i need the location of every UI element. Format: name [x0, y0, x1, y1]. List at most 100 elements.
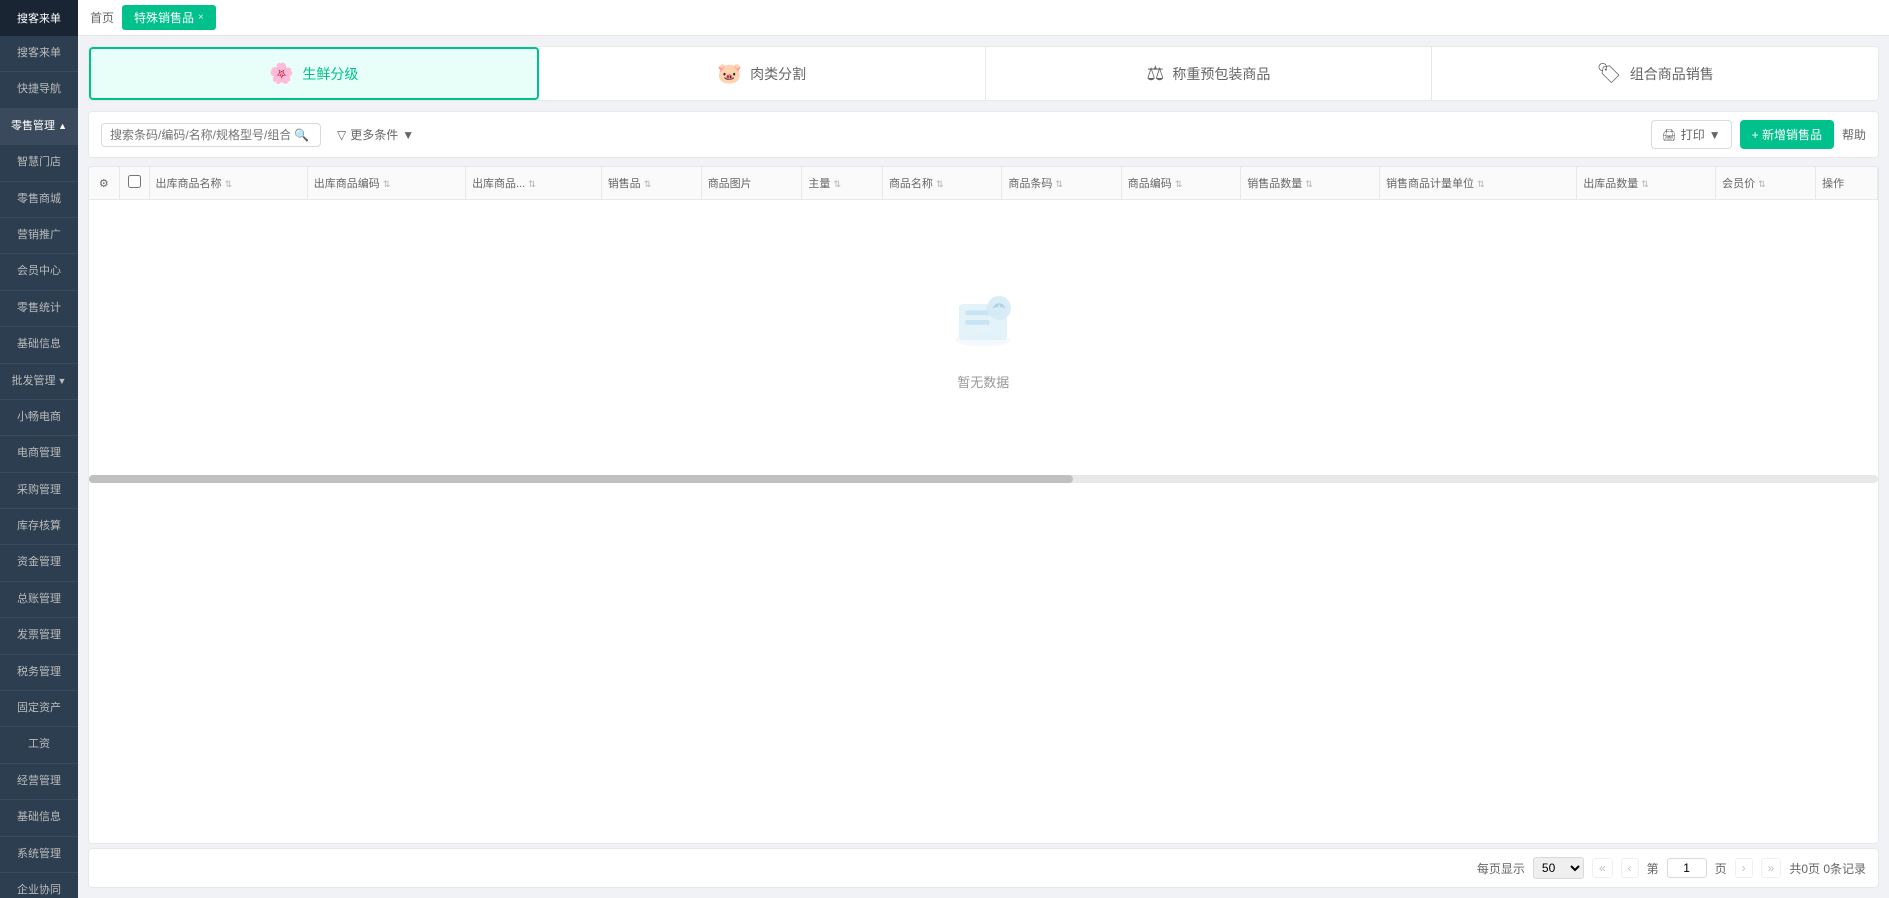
sort-icon: ⇅: [1641, 179, 1649, 189]
sidebar-item-ecomm-mgmt[interactable]: 电商管理: [0, 436, 78, 472]
sidebar-label: 小畅电商: [17, 411, 61, 423]
col-label: 出库品数量: [1583, 178, 1638, 190]
sidebar-item-sales-promo[interactable]: 营销推广: [0, 218, 78, 254]
prev-page-icon: ‹: [1628, 861, 1632, 875]
tab-weigh-pack-label: 称重预包装商品: [1172, 64, 1270, 84]
tab-weigh-pack[interactable]: ⚖ 称重预包装商品: [986, 47, 1433, 100]
sidebar-item-base-info2[interactable]: 基础信息: [0, 800, 78, 836]
sidebar-item-invoice-mgmt[interactable]: 发票管理: [0, 618, 78, 654]
th-product-code[interactable]: 商品编码 ⇅: [1121, 167, 1240, 200]
topbar-tab-label: 特殊销售品: [134, 9, 194, 26]
help-label: 帮助: [1842, 128, 1866, 142]
sidebar-label: 企业协同: [17, 884, 61, 896]
sidebar-label: 搜客来单: [17, 47, 61, 59]
sidebar-item-tax-mgmt[interactable]: 税务管理: [0, 655, 78, 691]
next-page-button[interactable]: ›: [1735, 858, 1753, 878]
print-button[interactable]: 🖨 打印 ▼: [1651, 120, 1732, 149]
logo-text: 搜客来单: [17, 10, 61, 26]
sidebar-item-retail-stats[interactable]: 零售统计: [0, 291, 78, 327]
tab-meat-cut-label: 肉类分割: [750, 64, 806, 84]
th-product-name[interactable]: 商品名称 ⇅: [882, 167, 1001, 200]
fresh-grade-icon: 🌸: [269, 61, 294, 86]
sidebar-label: 采购管理: [17, 484, 61, 496]
sidebar-label: 智慧门店: [17, 156, 61, 168]
topbar-home[interactable]: 首页: [90, 9, 114, 26]
horizontal-scrollbar[interactable]: [89, 475, 1878, 483]
th-product-barcode[interactable]: 商品条码 ⇅: [1002, 167, 1121, 200]
th-member-price[interactable]: 会员价 ⇅: [1716, 167, 1816, 200]
close-icon[interactable]: ×: [198, 12, 204, 23]
prev-page-button[interactable]: ‹: [1621, 858, 1639, 878]
search-box[interactable]: 🔍: [101, 123, 321, 147]
col-label: 商品名称: [889, 178, 933, 190]
first-page-button[interactable]: «: [1592, 858, 1613, 878]
sidebar-label: 零售商城: [17, 193, 61, 205]
sidebar-item-purchase-mgmt[interactable]: 采购管理: [0, 473, 78, 509]
th-sale-product[interactable]: 销售品 ⇅: [601, 167, 701, 200]
th-main-weight[interactable]: 主量 ⇅: [802, 167, 883, 200]
page-input[interactable]: [1667, 858, 1707, 878]
sidebar-label: 税务管理: [17, 666, 61, 678]
tab-meat-cut[interactable]: 🐷 肉类分割: [539, 47, 986, 100]
sidebar-label: 资金管理: [17, 556, 61, 568]
th-out-qty[interactable]: 出库品数量 ⇅: [1577, 167, 1716, 200]
help-button[interactable]: 帮助: [1842, 126, 1866, 143]
sidebar-label: 系统管理: [17, 848, 61, 860]
sidebar-item-member-center[interactable]: 会员中心: [0, 254, 78, 290]
sidebar-label: 会员中心: [17, 265, 61, 277]
page-suffix: 页: [1715, 860, 1727, 877]
search-input[interactable]: [110, 128, 290, 142]
next-page-icon: ›: [1742, 861, 1746, 875]
th-checkbox[interactable]: [119, 167, 149, 200]
select-all-checkbox[interactable]: [128, 175, 141, 188]
total-text: 共0页 0条记录: [1789, 860, 1866, 877]
sidebar-item-basic-info[interactable]: 基础信息: [0, 327, 78, 363]
sidebar-label: 基础信息: [17, 338, 61, 350]
th-product-image: 商品图片: [701, 167, 802, 200]
sidebar-item-retail-mall[interactable]: 零售商城: [0, 182, 78, 218]
sidebar-item-smart-store[interactable]: 智慧门店: [0, 145, 78, 181]
th-out-product-code[interactable]: 出库商品编码 ⇅: [307, 167, 465, 200]
toolbar-left: 🔍 ▽ 更多条件 ▼: [101, 122, 422, 147]
retail-mgmt-arrow: ▲: [58, 121, 67, 131]
sort-icon: ⇅: [1758, 179, 1766, 189]
page-content: 🌸 生鲜分级 🐷 肉类分割 ⚖ 称重预包装商品 🏷 组合商品销售 🔍: [78, 36, 1889, 898]
print-icon: 🖨: [1662, 128, 1677, 142]
sidebar-label: 库存核算: [17, 520, 61, 532]
sidebar-item-retail-mgmt[interactable]: 零售管理 ▲: [0, 109, 78, 145]
topbar-active-tab[interactable]: 特殊销售品 ×: [122, 5, 216, 30]
per-page-select[interactable]: 50 10 20 100: [1533, 857, 1584, 879]
sidebar-item-fixed-assets[interactable]: 固定资产: [0, 691, 78, 727]
sidebar-item-wholesale-mgmt[interactable]: 批发管理 ▼: [0, 364, 78, 400]
print-label: 打印: [1681, 126, 1705, 143]
sidebar-item-mini-ecomm[interactable]: 小畅电商: [0, 400, 78, 436]
topbar: 首页 特殊销售品 ×: [78, 0, 1889, 36]
sidebar-label: 批发管理: [12, 374, 56, 389]
sort-icon: ⇅: [1477, 179, 1485, 189]
sidebar-item-fund-mgmt[interactable]: 资金管理: [0, 545, 78, 581]
col-label: 销售品: [608, 178, 641, 190]
sidebar-item-general-ledger[interactable]: 总账管理: [0, 582, 78, 618]
sidebar-item-quick-nav[interactable]: 快捷导航: [0, 72, 78, 108]
last-page-button[interactable]: »: [1761, 858, 1782, 878]
col-label: 出库商品名称: [156, 178, 222, 190]
tab-fresh-grade[interactable]: 🌸 生鲜分级: [89, 47, 539, 100]
sidebar-item-enterprise[interactable]: 企业协同: [0, 873, 78, 898]
th-sale-qty[interactable]: 销售品数量 ⇅: [1241, 167, 1380, 200]
sidebar-item-sys-mgmt[interactable]: 系统管理: [0, 837, 78, 873]
sidebar-item-search-order[interactable]: 搜客来单: [0, 36, 78, 72]
new-product-button[interactable]: + 新增销售品: [1740, 120, 1834, 149]
scrollbar-thumb[interactable]: [89, 475, 1073, 483]
col-label: 商品编码: [1128, 178, 1172, 190]
sidebar-item-ops-mgmt[interactable]: 经营管理: [0, 764, 78, 800]
tab-combo-sale[interactable]: 🏷 组合商品销售: [1432, 47, 1878, 100]
col-label: 主量: [808, 178, 830, 190]
th-out-product-name[interactable]: 出库商品名称 ⇅: [149, 167, 307, 200]
th-settings[interactable]: ⚙: [89, 167, 119, 200]
sidebar-item-stock-check[interactable]: 库存核算: [0, 509, 78, 545]
product-tabs: 🌸 生鲜分级 🐷 肉类分割 ⚖ 称重预包装商品 🏷 组合商品销售: [88, 46, 1879, 101]
th-out-product-x[interactable]: 出库商品... ⇅: [466, 167, 602, 200]
filter-button[interactable]: ▽ 更多条件 ▼: [329, 122, 422, 147]
sidebar-item-salary[interactable]: 工资: [0, 727, 78, 763]
th-sale-unit[interactable]: 销售商品计量单位 ⇅: [1380, 167, 1577, 200]
